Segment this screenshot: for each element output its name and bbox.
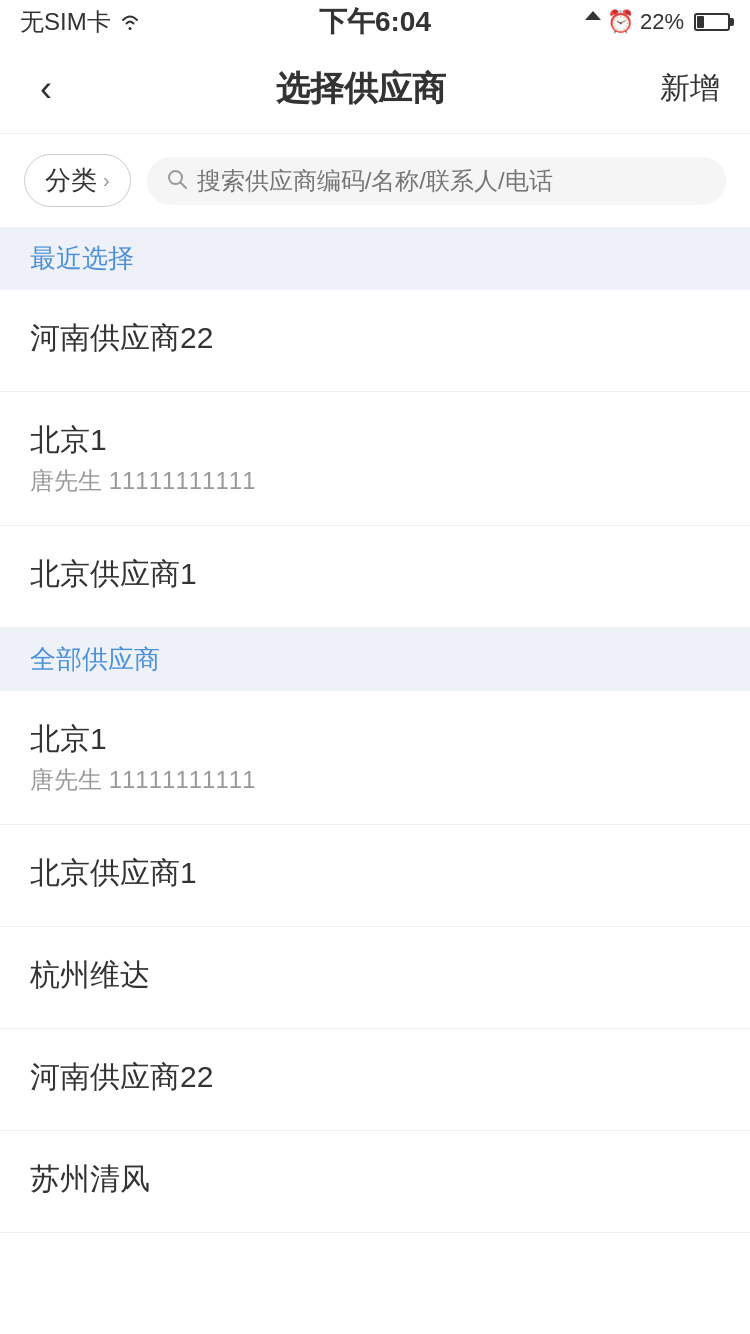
carrier-text: 无SIM卡	[20, 6, 111, 38]
status-time: 下午6:04	[319, 3, 431, 41]
item-name: 杭州维达	[30, 955, 720, 996]
item-name: 苏州清风	[30, 1159, 720, 1200]
item-name: 北京供应商1	[30, 554, 720, 595]
svg-line-1	[180, 182, 186, 188]
item-sub: 唐先生 11111111111	[30, 764, 720, 796]
search-box	[147, 157, 726, 205]
item-name: 北京1	[30, 420, 720, 461]
nav-bar: ‹ 选择供应商 新增	[0, 44, 750, 134]
category-label: 分类	[45, 163, 97, 198]
list-item[interactable]: 北京1 唐先生 11111111111	[0, 392, 750, 526]
page-title: 选择供应商	[276, 66, 446, 112]
list-item[interactable]: 苏州清风	[0, 1131, 750, 1233]
alarm-icon: ⏰	[607, 9, 634, 35]
chevron-right-icon: ›	[103, 169, 110, 192]
category-button[interactable]: 分类 ›	[24, 154, 131, 207]
recent-section-header: 最近选择	[0, 227, 750, 290]
recent-section-label: 最近选择	[30, 243, 134, 273]
item-sub: 唐先生 11111111111	[30, 465, 720, 497]
status-right: ⏰ 22%	[585, 9, 730, 35]
battery-percent: 22%	[640, 9, 684, 35]
wifi-icon	[119, 8, 141, 36]
recent-list: 河南供应商22 北京1 唐先生 11111111111 北京供应商1	[0, 290, 750, 628]
back-button[interactable]: ‹	[30, 58, 62, 120]
add-button[interactable]: 新增	[660, 68, 720, 109]
status-bar: 无SIM卡 下午6:04 ⏰ 22%	[0, 0, 750, 44]
all-list: 北京1 唐先生 11111111111 北京供应商1 杭州维达 河南供应商22 …	[0, 691, 750, 1233]
search-icon	[167, 167, 187, 195]
list-item[interactable]: 河南供应商22	[0, 290, 750, 392]
status-left: 无SIM卡	[20, 6, 141, 38]
item-name: 北京1	[30, 719, 720, 760]
item-name: 河南供应商22	[30, 318, 720, 359]
list-item[interactable]: 河南供应商22	[0, 1029, 750, 1131]
list-item[interactable]: 北京供应商1	[0, 526, 750, 628]
item-name: 河南供应商22	[30, 1057, 720, 1098]
location-icon	[585, 9, 601, 35]
all-section-label: 全部供应商	[30, 644, 160, 674]
list-item[interactable]: 北京供应商1	[0, 825, 750, 927]
list-item[interactable]: 杭州维达	[0, 927, 750, 1029]
item-name: 北京供应商1	[30, 853, 720, 894]
battery-icon	[694, 13, 730, 31]
search-input[interactable]	[197, 167, 706, 195]
list-item[interactable]: 北京1 唐先生 11111111111	[0, 691, 750, 825]
all-section-header: 全部供应商	[0, 628, 750, 691]
filter-bar: 分类 ›	[0, 134, 750, 227]
